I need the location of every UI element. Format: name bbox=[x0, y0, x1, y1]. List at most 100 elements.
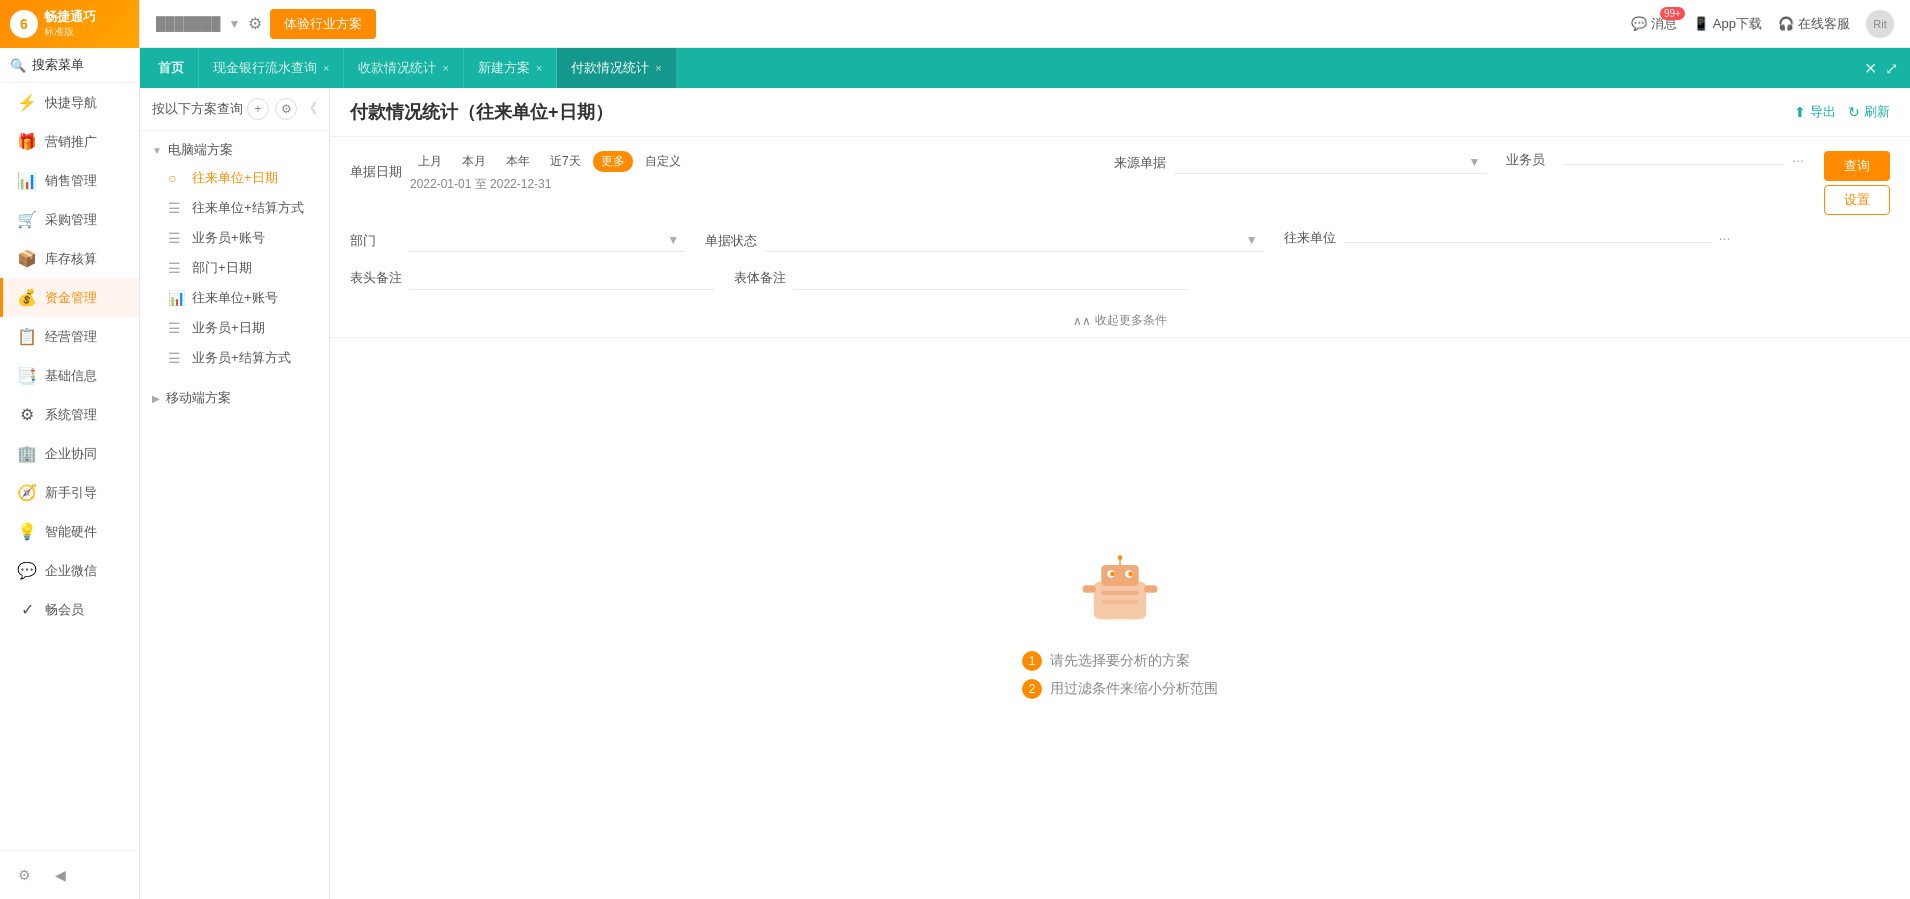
tab-cash-flow-close[interactable]: × bbox=[323, 62, 329, 74]
date-btn-this-month[interactable]: 本月 bbox=[454, 151, 494, 172]
sidebar-item-marketing[interactable]: 🎁营销推广 bbox=[0, 122, 139, 161]
date-btn-custom[interactable]: 自定义 bbox=[637, 151, 689, 172]
sidebar-icon-shortcut: ⚡ bbox=[17, 93, 37, 112]
tab-pay-stats-close[interactable]: × bbox=[655, 62, 661, 74]
sidebar-item-guide[interactable]: 🧭新手引导 bbox=[0, 473, 139, 512]
sidebar-item-operation[interactable]: 📋经营管理 bbox=[0, 317, 139, 356]
tab-payment-stats-label: 收款情况统计 bbox=[358, 59, 436, 77]
scheme-item-dept-date[interactable]: ☰部门+日期 bbox=[140, 253, 329, 283]
source-select[interactable]: ▼ bbox=[1174, 151, 1486, 174]
sidebar-label-basic: 基础信息 bbox=[45, 367, 97, 385]
tab-pay-stats-label: 付款情况统计 bbox=[571, 59, 649, 77]
export-btn[interactable]: ⬆ 导出 bbox=[1794, 103, 1836, 121]
collapse-filter-btn[interactable]: ∧∧ 收起更多条件 bbox=[350, 304, 1890, 337]
date-btn-last-7[interactable]: 近7天 bbox=[542, 151, 589, 172]
date-btn-last-month[interactable]: 上月 bbox=[410, 151, 450, 172]
sidebar-item-wechat[interactable]: 💬企业微信 bbox=[0, 551, 139, 590]
sidebar-item-hardware[interactable]: 💡智能硬件 bbox=[0, 512, 139, 551]
scheme-panel: 按以下方案查询 + ⚙ 《 ▼ 电脑端方案 ○往来单位+日期☰往来单位+结算方式… bbox=[140, 88, 330, 899]
tab-new-scheme-close[interactable]: × bbox=[536, 62, 542, 74]
dept-select[interactable]: ▼ bbox=[408, 229, 685, 252]
collapse-panel-btn[interactable]: 《 bbox=[303, 100, 317, 118]
empty-msg-1: 1 请先选择要分析的方案 bbox=[1022, 651, 1218, 671]
date-btn-this-year[interactable]: 本年 bbox=[498, 151, 538, 172]
sidebar-item-sales[interactable]: 📊销售管理 bbox=[0, 161, 139, 200]
tab-pay-stats[interactable]: 付款情况统计 × bbox=[557, 48, 676, 88]
filter-row-2: 部门 ▼ 单据状态 ▼ 往来单位 bbox=[350, 229, 1890, 252]
scheme-settings-btn[interactable]: ⚙ bbox=[275, 98, 297, 120]
close-all-tabs-btn[interactable]: ✕ bbox=[1864, 59, 1877, 78]
search-menu[interactable]: 🔍 搜索菜单 bbox=[0, 48, 139, 83]
sidebar-label-system: 系统管理 bbox=[45, 406, 97, 424]
collapse-label: 收起更多条件 bbox=[1095, 312, 1167, 329]
unit-more-icon[interactable]: ··· bbox=[1719, 230, 1731, 246]
online-service-btn[interactable]: 🎧 在线客服 bbox=[1778, 15, 1850, 33]
scheme-item-staff-payment[interactable]: ☰业务员+结算方式 bbox=[140, 343, 329, 373]
scheme-label-dept-date: 部门+日期 bbox=[192, 259, 252, 277]
sidebar-label-shortcut: 快捷导航 bbox=[45, 94, 97, 112]
staff-more-icon[interactable]: ··· bbox=[1792, 152, 1804, 168]
company-dropdown-arrow[interactable]: ▼ bbox=[228, 17, 240, 31]
message-icon: 💬 bbox=[1631, 16, 1647, 31]
empty-robot-illustration bbox=[1075, 549, 1165, 629]
date-btn-more[interactable]: 更多 bbox=[593, 151, 633, 172]
scheme-panel-actions: + ⚙ 《 bbox=[247, 98, 317, 120]
add-scheme-btn[interactable]: + bbox=[247, 98, 269, 120]
sidebar-item-system[interactable]: ⚙ 系统管理 bbox=[0, 395, 139, 434]
sidebar-icon-operation: 📋 bbox=[17, 327, 37, 346]
tab-payment-stats[interactable]: 收款情况统计 × bbox=[344, 48, 463, 88]
tab-payment-stats-close[interactable]: × bbox=[442, 62, 448, 74]
message-btn[interactable]: 💬 消息 99+ bbox=[1631, 15, 1677, 33]
sidebar-item-inventory[interactable]: 📦库存核算 bbox=[0, 239, 139, 278]
sidebar-label-hardware: 智能硬件 bbox=[45, 523, 97, 541]
mobile-group-label: 移动端方案 bbox=[166, 389, 231, 407]
mobile-group-arrow: ▶ bbox=[152, 393, 160, 404]
refresh-btn[interactable]: ↻ 刷新 bbox=[1848, 103, 1890, 121]
desktop-group-header[interactable]: ▼ 电脑端方案 bbox=[140, 137, 329, 163]
app-download-btn[interactable]: 📱 App下载 bbox=[1693, 15, 1762, 33]
scheme-item-unit-account[interactable]: 📊往来单位+账号 bbox=[140, 283, 329, 313]
sidebar-item-member[interactable]: ✓畅会员 bbox=[0, 590, 139, 629]
settings-footer-btn[interactable]: ⚙ bbox=[10, 861, 38, 889]
user-avatar[interactable]: Rit bbox=[1866, 10, 1894, 38]
header-note-label: 表头备注 bbox=[350, 269, 402, 287]
header-note-input[interactable] bbox=[410, 266, 714, 290]
body-note-input[interactable] bbox=[794, 266, 1189, 290]
svg-rect-12 bbox=[1144, 585, 1158, 593]
topbar-gear-icon[interactable]: ⚙ bbox=[248, 14, 262, 33]
unit-select[interactable] bbox=[1344, 234, 1711, 243]
filter-date: 单据日期 上月 本月 本年 近7天 更多 自定义 2022-01-01 至 20… bbox=[350, 151, 1094, 193]
tab-new-scheme[interactable]: 新建方案 × bbox=[464, 48, 557, 88]
status-select[interactable]: ▼ bbox=[765, 229, 1263, 252]
maximize-btn[interactable]: ⤢ bbox=[1885, 59, 1898, 78]
scheme-item-staff-date[interactable]: ☰业务员+日期 bbox=[140, 313, 329, 343]
sidebar-item-shortcut[interactable]: ⚡ 快捷导航 bbox=[0, 83, 139, 122]
scheme-item-staff-account[interactable]: ☰业务员+账号 bbox=[140, 223, 329, 253]
staff-select[interactable] bbox=[1564, 156, 1784, 165]
scheme-item-unit-date[interactable]: ○往来单位+日期 bbox=[140, 163, 329, 193]
sidebar-item-purchase[interactable]: 🛒采购管理 bbox=[0, 200, 139, 239]
date-range-text: 2022-01-01 至 2022-12-31 bbox=[410, 176, 689, 193]
query-btn[interactable]: 查询 bbox=[1824, 151, 1890, 181]
mobile-group-header[interactable]: ▶ 移动端方案 bbox=[140, 385, 329, 411]
scheme-panel-header: 按以下方案查询 + ⚙ 《 bbox=[140, 88, 329, 131]
filter-settings-btn[interactable]: 设置 bbox=[1824, 185, 1890, 215]
staff-label: 业务员 bbox=[1506, 151, 1556, 169]
sidebar-icon-member: ✓ bbox=[17, 600, 37, 619]
sidebar-icon-system: ⚙ bbox=[17, 405, 37, 424]
tab-cash-flow[interactable]: 现金银行流水查询 × bbox=[199, 48, 344, 88]
sidebar-item-enterprise[interactable]: 🏢企业协同 bbox=[0, 434, 139, 473]
empty-messages: 1 请先选择要分析的方案 2 用过滤条件来缩小分析范围 bbox=[1022, 651, 1218, 699]
sidebar: 6 畅捷通巧 标准版 🔍 搜索菜单 ⚡快捷导航🎁营销推广📊销售管理🛒采购管理📦库… bbox=[0, 0, 140, 899]
collapse-sidebar-btn[interactable]: ◀ bbox=[46, 861, 74, 889]
refresh-label: 刷新 bbox=[1864, 103, 1890, 121]
scheme-item-unit-payment[interactable]: ☰往来单位+结算方式 bbox=[140, 193, 329, 223]
trial-btn[interactable]: 体验行业方案 bbox=[270, 9, 376, 39]
tab-home[interactable]: 首页 bbox=[144, 48, 199, 88]
sidebar-item-basic[interactable]: 📑基础信息 bbox=[0, 356, 139, 395]
svg-rect-2 bbox=[1101, 590, 1139, 595]
empty-msg-2-text: 用过滤条件来缩小分析范围 bbox=[1050, 680, 1218, 698]
scheme-icon-unit-date: ○ bbox=[168, 170, 184, 186]
filter-staff: 业务员 ··· bbox=[1506, 151, 1804, 169]
sidebar-item-finance[interactable]: 💰资金管理 bbox=[0, 278, 139, 317]
